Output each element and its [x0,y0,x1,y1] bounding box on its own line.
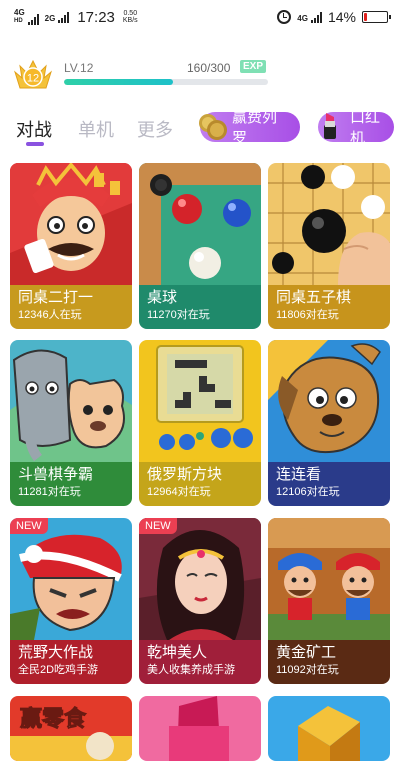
battery-icon [362,11,391,23]
network-type-label: 4G [14,8,25,17]
game-subtitle: 12106对在玩 [276,486,340,498]
game-caption: 桌球 11270对在玩 [139,285,261,329]
status-bar: 4G HD 2G 17:23 0.50 KB/s 4G 14% [0,0,400,34]
tab-bar: 对战 单机 更多 赢费列罗 口红机 [16,109,396,152]
battery-level [364,13,368,21]
clock: 17:23 [77,8,115,26]
active-tab-indicator [26,142,44,146]
game-title: 荒野大作战 [18,644,94,661]
game-title: 俄罗斯方块 [147,466,223,483]
beauty-artwork [139,518,261,640]
promo-lipstick-button[interactable]: 口红机 [318,109,394,147]
game-card-tetris[interactable]: 俄罗斯方块 12964对在玩 [139,340,261,506]
level-crown-icon: 12 [14,59,52,89]
game-title: 乾坤美人 [147,644,208,661]
promo-ferrero-label: 赢费列罗 [232,109,278,147]
link-link-artwork [268,340,390,462]
game-card-link-link[interactable]: 连连看 12106对在玩 [268,340,390,506]
game-card-doudizhu[interactable]: 同桌二打一 12346人在玩 [10,163,132,329]
network-type-label-2: 2G [44,13,56,23]
game-caption: 乾坤美人 美人收集养成手游 [139,640,261,684]
game-caption: 俄罗斯方块 12964对在玩 [139,462,261,506]
level-panel[interactable]: 12 LV.12 160/300 EXP [12,58,388,98]
game-caption: 同桌五子棋 11806对在玩 [268,285,390,329]
alarm-icon [277,10,292,24]
tab-single[interactable]: 单机 [78,116,114,142]
game-card-beauty[interactable]: NEW 乾坤美人 美人收集养成手游 [139,518,261,684]
game-subtitle: 11270对在玩 [147,309,210,321]
game-card-cube[interactable] [268,696,390,761]
game-title: 桌球 [147,289,178,306]
network-type-label-3: 4G [297,13,308,23]
signal-3: 4G [297,11,322,23]
game-caption: 荒野大作战 全民2D吃鸡手游 [10,640,132,684]
game-card-gold-miner[interactable]: 黄金矿工 11092对在玩 [268,518,390,684]
signal-bars-icon [58,11,70,23]
exp-progress-text: 160/300 [187,61,231,75]
new-badge: NEW [10,518,48,534]
game-card-animal-chess[interactable]: 斗兽棋争霸 11281对在玩 [10,340,132,506]
gold-miner-artwork [268,518,390,640]
snacks-artwork: 赢零食 [10,696,132,761]
game-card-wild-battle[interactable]: NEW 荒野大作战 全民2D吃鸡手游 [10,518,132,684]
game-caption: 连连看 12106对在玩 [268,462,390,506]
game-subtitle: 12346人在玩 [18,309,82,321]
game-card-billiards[interactable]: 桌球 11270对在玩 [139,163,261,329]
speed-unit: KB/s [122,17,138,24]
chocolate-icon [199,114,227,140]
doudizhu-artwork [10,163,132,285]
game-caption: 斗兽棋争霸 11281对在玩 [10,462,132,506]
game-subtitle: 全民2D吃鸡手游 [18,664,99,676]
tab-more[interactable]: 更多 [137,116,173,142]
promo-ferrero-button[interactable]: 赢费列罗 [199,109,300,147]
lipstick-icon [324,113,336,139]
animal-chess-artwork [10,340,132,462]
wild-battle-artwork [10,518,132,640]
cube-artwork [268,696,390,761]
promo-lipstick-label: 口红机 [350,109,381,147]
new-badge: NEW [139,518,177,534]
network-speed: 0.50 KB/s [123,10,138,24]
speed-value: 0.50 [123,10,138,17]
game-card-snacks[interactable]: 赢零食 [10,696,132,761]
game-caption: 黄金矿工 11092对在玩 [268,640,390,684]
game-title: 黄金矿工 [276,644,337,661]
game-subtitle: 11281对在玩 [18,486,81,498]
game-title: 连连看 [276,466,322,483]
game-caption: 同桌二打一 12346人在玩 [10,285,132,329]
exp-progress-bar [64,79,268,85]
lipstick-artwork [139,696,261,761]
level-label: LV.12 [64,61,94,75]
game-subtitle: 12964对在玩 [147,486,211,498]
game-title: 同桌二打一 [18,289,94,306]
signal-bars-icon [27,14,39,25]
signal-1: 4G HD [14,9,39,25]
game-subtitle: 11806对在玩 [276,309,339,321]
game-card-gomoku[interactable]: 同桌五子棋 11806对在玩 [268,163,390,329]
exp-tag: EXP [240,60,267,73]
tetris-artwork [139,340,261,462]
gomoku-artwork [268,163,390,285]
game-title: 同桌五子棋 [276,289,352,306]
signal-2: 2G [44,11,70,23]
signal-bars-icon [310,11,322,23]
game-title: 斗兽棋争霸 [18,466,94,483]
network-hd-label: HD [14,18,23,24]
game-subtitle: 美人收集养成手游 [147,664,235,676]
tab-battle[interactable]: 对战 [16,116,52,142]
billiards-artwork [139,163,261,285]
game-card-lipstick[interactable] [139,696,261,761]
battery-percent: 14% [327,9,356,25]
level-badge-number: 12 [27,73,39,85]
snacks-art-text: 赢零食 [20,706,87,731]
exp-progress-fill [64,79,173,85]
game-subtitle: 11092对在玩 [276,664,339,676]
